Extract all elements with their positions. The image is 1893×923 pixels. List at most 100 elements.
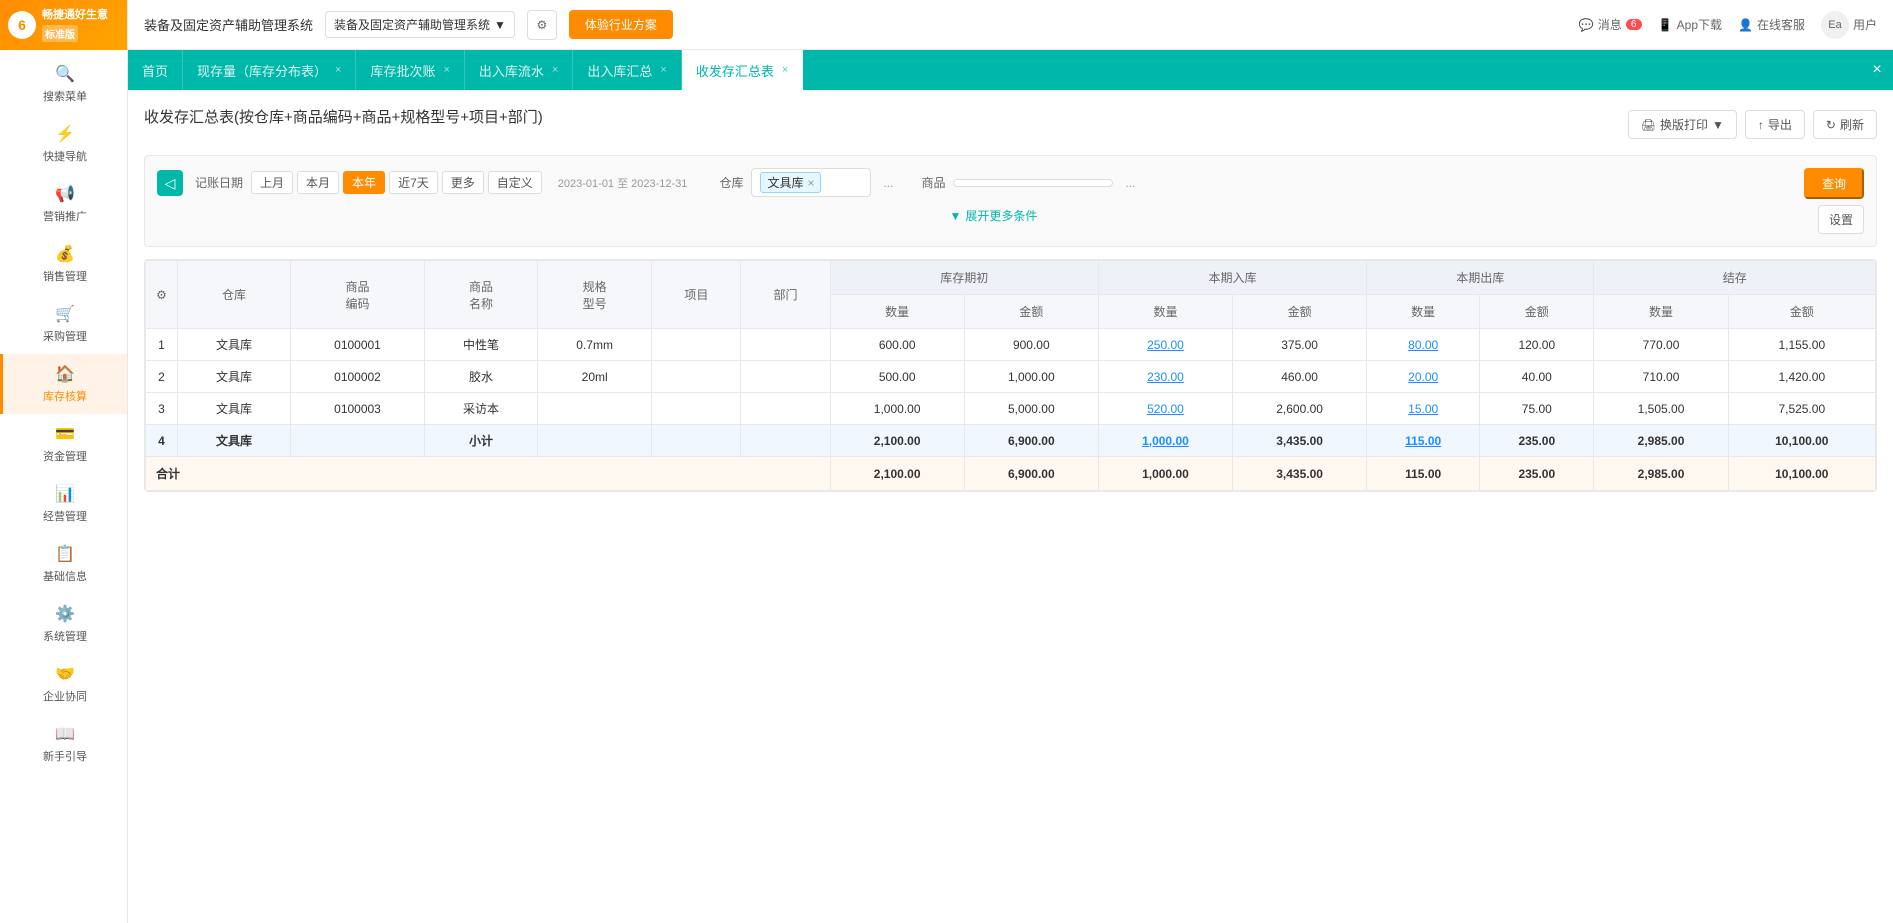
row-out-qty[interactable]: 20.00	[1367, 361, 1480, 393]
date-btn-custom[interactable]: 自定义	[488, 171, 542, 194]
warehouse-more-button[interactable]: ...	[879, 176, 897, 190]
sidebar-item-enterprise[interactable]: 🤝 企业协同	[0, 654, 127, 714]
row-out-amt: 235.00	[1480, 425, 1594, 457]
logo-icon: 6	[8, 11, 36, 39]
goods-more-button[interactable]: ...	[1121, 176, 1139, 190]
row-out-amt: 75.00	[1480, 393, 1594, 425]
row-no: 1	[146, 329, 178, 361]
marketing-icon: 📢	[55, 184, 75, 204]
system-selector[interactable]: 装备及固定资产辅助管理系统 ▼	[325, 11, 515, 38]
sidebar-item-operations[interactable]: 📊 经营管理	[0, 474, 127, 534]
try-button[interactable]: 体验行业方案	[569, 10, 673, 39]
print-button[interactable]: 🖨 换版打印 ▼	[1628, 110, 1737, 139]
row-out-qty[interactable]: 80.00	[1367, 329, 1480, 361]
sidebar-item-marketing[interactable]: 📢 营销推广	[0, 174, 127, 234]
col-out-header: 本期出库	[1367, 261, 1594, 295]
row-no: 3	[146, 393, 178, 425]
sidebar-item-label: 搜索菜单	[43, 88, 87, 104]
row-open-qty: 600.00	[830, 329, 964, 361]
tab-in-out-flow[interactable]: 出入库流水 ×	[465, 50, 573, 90]
row-no: 4	[146, 425, 178, 457]
row-open-qty: 500.00	[830, 361, 964, 393]
tab-close-icon[interactable]: ×	[782, 64, 788, 76]
tab-inventory-dist[interactable]: 现存量（库存分布表） ×	[183, 50, 356, 90]
sidebar-item-guide[interactable]: 📖 新手引导	[0, 714, 127, 774]
tab-receive-send-summary[interactable]: 收发存汇总表 ×	[682, 50, 803, 90]
export-button[interactable]: ↑ 导出	[1745, 110, 1805, 139]
date-btn-7days[interactable]: 近7天	[389, 171, 438, 194]
sidebar-item-label: 新手引导	[43, 748, 87, 764]
sidebar-item-inventory[interactable]: 🏠 库存核算	[0, 354, 127, 414]
row-goods-spec: 0.7mm	[538, 329, 652, 361]
close-all-tabs-button[interactable]: ×	[1861, 50, 1893, 90]
table-row: 1文具库0100001中性笔0.7mm600.00900.00250.00375…	[146, 329, 1876, 361]
app-download-button[interactable]: 📱 App下载	[1658, 16, 1722, 33]
sidebar-item-finance[interactable]: 💳 资金管理	[0, 414, 127, 474]
row-in-amt: 3,435.00	[1233, 425, 1367, 457]
messages-button[interactable]: 💬 消息 6	[1579, 16, 1642, 33]
sidebar-item-purchase[interactable]: 🛒 采购管理	[0, 294, 127, 354]
row-in-qty[interactable]: 230.00	[1098, 361, 1232, 393]
row-project	[652, 425, 741, 457]
main-area: 装备及固定资产辅助管理系统 装备及固定资产辅助管理系统 ▼ ⚙ 体验行业方案 💬…	[128, 0, 1893, 923]
row-in-qty[interactable]: 520.00	[1098, 393, 1232, 425]
sidebar-item-search[interactable]: 🔍 搜索菜单	[0, 54, 127, 114]
query-button[interactable]: 查询	[1804, 168, 1864, 199]
row-in-qty[interactable]: 250.00	[1098, 329, 1232, 361]
refresh-icon: ↻	[1826, 118, 1836, 132]
row-out-qty[interactable]: 115.00	[1367, 425, 1480, 457]
user-menu[interactable]: Ea 用户	[1821, 11, 1877, 39]
date-btn-this-year[interactable]: 本年	[343, 171, 385, 194]
row-in-amt: 2,600.00	[1233, 393, 1367, 425]
col-settings[interactable]: ⚙	[146, 261, 178, 329]
refresh-button[interactable]: ↻ 刷新	[1813, 110, 1877, 139]
sidebar-item-label: 营销推广	[43, 208, 87, 224]
top-header: 装备及固定资产辅助管理系统 装备及固定资产辅助管理系统 ▼ ⚙ 体验行业方案 💬…	[128, 0, 1893, 50]
tab-home[interactable]: 首页	[128, 50, 183, 90]
warehouse-tag-close[interactable]: ×	[807, 176, 814, 190]
page-container: 收发存汇总表(按仓库+商品编码+商品+规格型号+项目+部门) 🖨 换版打印 ▼ …	[128, 90, 1893, 923]
col-out-qty-header: 数量	[1367, 295, 1480, 329]
search-icon: 🔍	[55, 64, 75, 84]
sidebar-item-sales[interactable]: 💰 销售管理	[0, 234, 127, 294]
date-btn-last-month[interactable]: 上月	[251, 171, 293, 194]
filter-collapse-button[interactable]: ◁	[157, 170, 183, 196]
warehouse-filter-input[interactable]: 文具库 ×	[751, 168, 871, 197]
expand-conditions-button[interactable]: ▼ 展开更多条件	[195, 203, 1792, 228]
tab-close-icon[interactable]: ×	[335, 64, 341, 76]
tab-close-icon[interactable]: ×	[552, 64, 558, 76]
date-btn-this-month[interactable]: 本月	[297, 171, 339, 194]
chevron-down-icon: ▼	[494, 18, 506, 32]
sales-icon: 💰	[55, 244, 75, 264]
online-service-label: 在线客服	[1757, 16, 1805, 33]
tab-in-out-summary[interactable]: 出入库汇总 ×	[573, 50, 681, 90]
tab-batch-account[interactable]: 库存批次账 ×	[356, 50, 464, 90]
col-dept-header: 部门	[741, 261, 830, 329]
row-project	[652, 361, 741, 393]
col-opening-header: 库存期初	[830, 261, 1098, 295]
row-close-qty: 710.00	[1594, 361, 1728, 393]
tab-close-icon[interactable]: ×	[443, 64, 449, 76]
col-out-amt-header: 金额	[1480, 295, 1594, 329]
row-project	[652, 393, 741, 425]
row-goods-spec	[538, 393, 652, 425]
date-range-display: 2023-01-01 至 2023-12-31	[558, 175, 688, 191]
date-btn-more[interactable]: 更多	[442, 171, 484, 194]
row-in-qty[interactable]: 1,000.00	[1098, 425, 1232, 457]
enterprise-icon: 🤝	[55, 664, 75, 684]
tab-receive-send-summary-label: 收发存汇总表	[696, 61, 774, 80]
filter-settings-button[interactable]: 设置	[1818, 205, 1864, 234]
sidebar-item-quick-nav[interactable]: ⚡ 快捷导航	[0, 114, 127, 174]
row-out-qty[interactable]: 15.00	[1367, 393, 1480, 425]
online-service-button[interactable]: 👤 在线客服	[1738, 16, 1805, 33]
app-download-label: App下载	[1677, 16, 1722, 33]
settings-button[interactable]: ⚙	[527, 10, 557, 40]
sidebar-item-basic-info[interactable]: 📋 基础信息	[0, 534, 127, 594]
tab-close-icon[interactable]: ×	[660, 64, 666, 76]
export-icon: ↑	[1758, 118, 1764, 132]
row-goods-code: 0100001	[290, 329, 424, 361]
footer-out-qty: 115.00	[1367, 457, 1480, 491]
col-close-amt-header: 金额	[1728, 295, 1875, 329]
goods-filter-input[interactable]	[953, 179, 1113, 187]
sidebar-item-system[interactable]: ⚙️ 系统管理	[0, 594, 127, 654]
